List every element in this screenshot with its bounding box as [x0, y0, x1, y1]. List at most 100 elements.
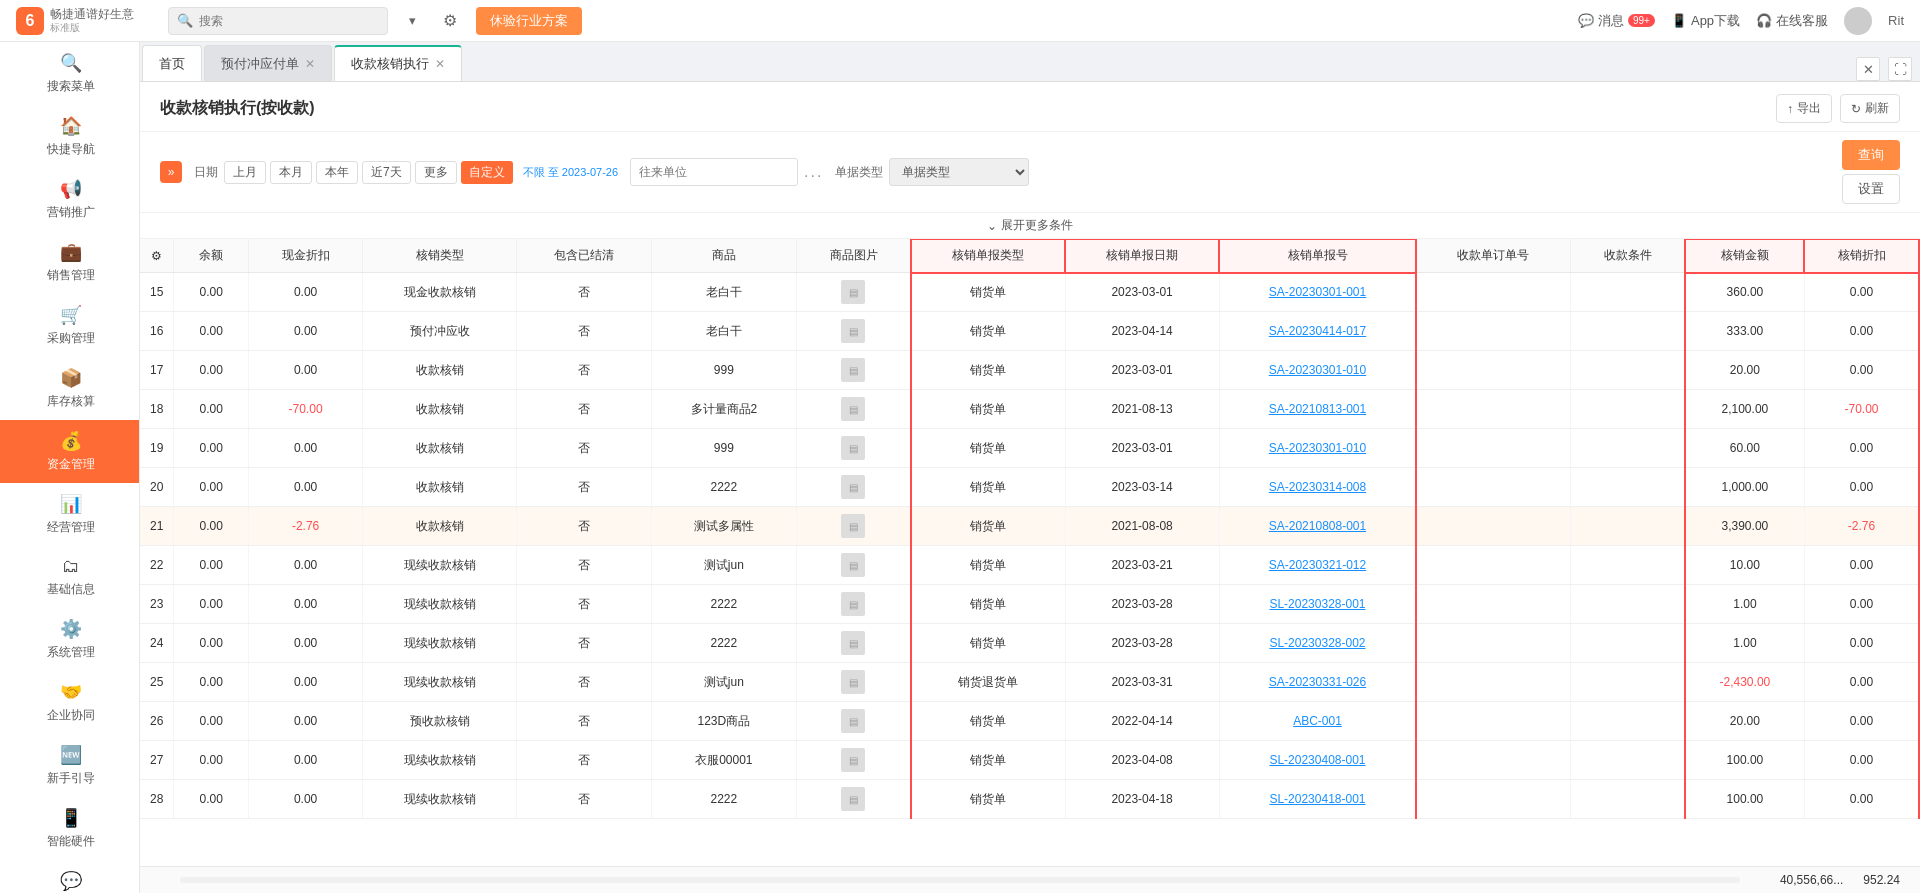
sidebar-item-enterprise[interactable]: 🤝 企业协同 — [0, 671, 139, 734]
sidebar-item-inventory[interactable]: 📦 库存核算 — [0, 357, 139, 420]
cell-product-img: ▤ — [797, 312, 911, 351]
bill-report-link[interactable]: SA-20230314-008 — [1269, 480, 1366, 494]
partner-dots[interactable]: ... — [804, 163, 823, 181]
sidebar-item-finance[interactable]: 💰 资金管理 — [0, 420, 139, 483]
cell-include-settled: 否 — [517, 624, 651, 663]
tab-prepay[interactable]: 预付冲应付单 ✕ — [204, 45, 332, 81]
bill-report-link[interactable]: SL-20230328-001 — [1269, 597, 1365, 611]
bill-report-link[interactable]: SL-20230328-002 — [1269, 636, 1365, 650]
bill-report-link[interactable]: SL-20230418-001 — [1269, 792, 1365, 806]
cell-no: 15 — [140, 273, 174, 312]
date-btn-custom[interactable]: 自定义 — [461, 161, 513, 184]
sidebar-item-search[interactable]: 🔍 搜索菜单 — [0, 42, 139, 105]
table-row: 23 0.00 0.00 现续收款核销 否 2222 ▤ 销货单 2023-03… — [140, 585, 1919, 624]
bill-report-link[interactable]: SA-20230301-010 — [1269, 441, 1366, 455]
sidebar-item-purchase[interactable]: 🛒 采购管理 — [0, 294, 139, 357]
cell-receipt-order-no — [1416, 429, 1570, 468]
partner-input[interactable] — [630, 158, 798, 186]
date-btn-more[interactable]: 更多 — [415, 161, 457, 184]
cell-receipt-condition — [1570, 741, 1684, 780]
cell-receipt-condition — [1570, 702, 1684, 741]
bill-report-link[interactable]: ABC-001 — [1293, 714, 1342, 728]
search-input[interactable] — [199, 14, 379, 28]
cell-write-off-amount: -2,430.00 — [1685, 663, 1805, 702]
table-wrapper[interactable]: ⚙ 余额 现金折扣 核销类型 包含已结清 商品 商品图片 核销单报类型 核销单报… — [140, 239, 1920, 866]
dropdown-btn[interactable]: ▾ — [400, 9, 424, 33]
sidebar-item-marketing[interactable]: 📢 营销推广 — [0, 168, 139, 231]
cell-bill-report-no[interactable]: SA-20230301-001 — [1219, 273, 1416, 312]
bill-type-select[interactable]: 单据类型 — [889, 158, 1029, 186]
cell-bill-report-no[interactable]: SA-20230301-010 — [1219, 429, 1416, 468]
date-btn-this-month[interactable]: 本月 — [270, 161, 312, 184]
cell-bill-report-no[interactable]: SL-20230418-001 — [1219, 780, 1416, 819]
cell-bill-report-no[interactable]: SL-20230328-001 — [1219, 585, 1416, 624]
cell-bill-report-date: 2023-03-31 — [1065, 663, 1219, 702]
table-row: 22 0.00 0.00 现续收款核销 否 测试jun ▤ 销货单 2023-0… — [140, 546, 1919, 585]
col-bill-report-date: 核销单报日期 — [1065, 239, 1219, 273]
col-settings[interactable]: ⚙ — [140, 239, 174, 273]
bill-report-link[interactable]: SA-20210813-001 — [1269, 402, 1366, 416]
bill-report-link[interactable]: SA-20230301-001 — [1269, 285, 1366, 299]
cell-write-off-discount: 0.00 — [1804, 663, 1919, 702]
date-btn-this-year[interactable]: 本年 — [316, 161, 358, 184]
bill-report-link[interactable]: SA-20230301-010 — [1269, 363, 1366, 377]
sidebar-item-shortcut[interactable]: 🏠 快捷导航 — [0, 105, 139, 168]
tab-home[interactable]: 首页 — [142, 45, 202, 81]
col-settings-icon: ⚙ — [151, 249, 162, 263]
gear-btn[interactable]: ⚙ — [436, 7, 464, 35]
cell-bill-report-no[interactable]: SA-20230314-008 — [1219, 468, 1416, 507]
table-row: 26 0.00 0.00 预收款核销 否 123D商品 ▤ 销货单 2022-0… — [140, 702, 1919, 741]
app-download-btn[interactable]: 📱 App下载 — [1671, 12, 1740, 30]
cell-bill-report-no[interactable]: SA-20230331-026 — [1219, 663, 1416, 702]
export-btn[interactable]: ↑ 导出 — [1776, 94, 1832, 123]
cell-bill-report-no[interactable]: SL-20230408-001 — [1219, 741, 1416, 780]
tab-fullscreen-btn[interactable]: ⛶ — [1888, 57, 1912, 81]
tab-collection[interactable]: 收款核销执行 ✕ — [334, 45, 462, 81]
tab-prepay-close[interactable]: ✕ — [305, 57, 315, 71]
col-receipt-condition: 收款条件 — [1570, 239, 1684, 273]
sidebar-item-wechat[interactable]: 💬 企业微信 — [0, 860, 139, 893]
cell-receipt-condition — [1570, 507, 1684, 546]
date-btn-7days[interactable]: 近7天 — [362, 161, 411, 184]
sidebar-label-sales: 销售管理 — [47, 267, 95, 284]
sidebar-item-hardware[interactable]: 📱 智能硬件 — [0, 797, 139, 860]
cell-product-img: ▤ — [797, 351, 911, 390]
online-service-btn[interactable]: 🎧 在线客服 — [1756, 12, 1828, 30]
settings-btn[interactable]: 设置 — [1842, 174, 1900, 204]
cell-bill-report-no[interactable]: SA-20230321-012 — [1219, 546, 1416, 585]
sidebar-item-operations[interactable]: 📊 经营管理 — [0, 483, 139, 546]
tab-close-btn[interactable]: ✕ — [1856, 57, 1880, 81]
cell-bill-report-no[interactable]: SA-20210808-001 — [1219, 507, 1416, 546]
refresh-btn[interactable]: ↻ 刷新 — [1840, 94, 1900, 123]
bill-report-link[interactable]: SA-20230321-012 — [1269, 558, 1366, 572]
scrollbar[interactable] — [180, 877, 1740, 883]
sidebar-item-guide[interactable]: 🆕 新手引导 — [0, 734, 139, 797]
expand-more-btn[interactable]: ⌄ 展开更多条件 — [987, 217, 1073, 234]
refresh-icon: ↻ — [1851, 102, 1861, 116]
cell-bill-report-no[interactable]: ABC-001 — [1219, 702, 1416, 741]
tab-collection-close[interactable]: ✕ — [435, 57, 445, 71]
cell-bill-report-type: 销货单 — [911, 312, 1065, 351]
query-btn[interactable]: 查询 — [1842, 140, 1900, 170]
bill-report-link[interactable]: SA-20230414-017 — [1269, 324, 1366, 338]
cell-receipt-order-no — [1416, 390, 1570, 429]
sidebar-item-system[interactable]: ⚙️ 系统管理 — [0, 608, 139, 671]
cell-bill-report-no[interactable]: SL-20230328-002 — [1219, 624, 1416, 663]
cell-write-off-discount: 0.00 — [1804, 429, 1919, 468]
cell-receipt-order-no — [1416, 585, 1570, 624]
industry-btn[interactable]: 休验行业方案 — [476, 7, 582, 35]
cell-bill-report-no[interactable]: SA-20210813-001 — [1219, 390, 1416, 429]
cell-receipt-condition — [1570, 780, 1684, 819]
sidebar-item-sales[interactable]: 💼 销售管理 — [0, 231, 139, 294]
filter-expand-btn[interactable]: » — [160, 161, 182, 183]
bill-report-link[interactable]: SL-20230408-001 — [1269, 753, 1365, 767]
sidebar-item-basic[interactable]: 🗂 基础信息 — [0, 546, 139, 608]
date-btn-last-month[interactable]: 上月 — [224, 161, 266, 184]
cell-bill-report-no[interactable]: SA-20230301-010 — [1219, 351, 1416, 390]
message-btn[interactable]: 💬 消息 99+ — [1578, 12, 1655, 30]
bill-report-link[interactable]: SA-20210808-001 — [1269, 519, 1366, 533]
table-row: 19 0.00 0.00 收款核销 否 999 ▤ 销货单 2023-03-01… — [140, 429, 1919, 468]
search-bar[interactable]: 🔍 — [168, 7, 388, 35]
cell-bill-report-no[interactable]: SA-20230414-017 — [1219, 312, 1416, 351]
bill-report-link[interactable]: SA-20230331-026 — [1269, 675, 1366, 689]
